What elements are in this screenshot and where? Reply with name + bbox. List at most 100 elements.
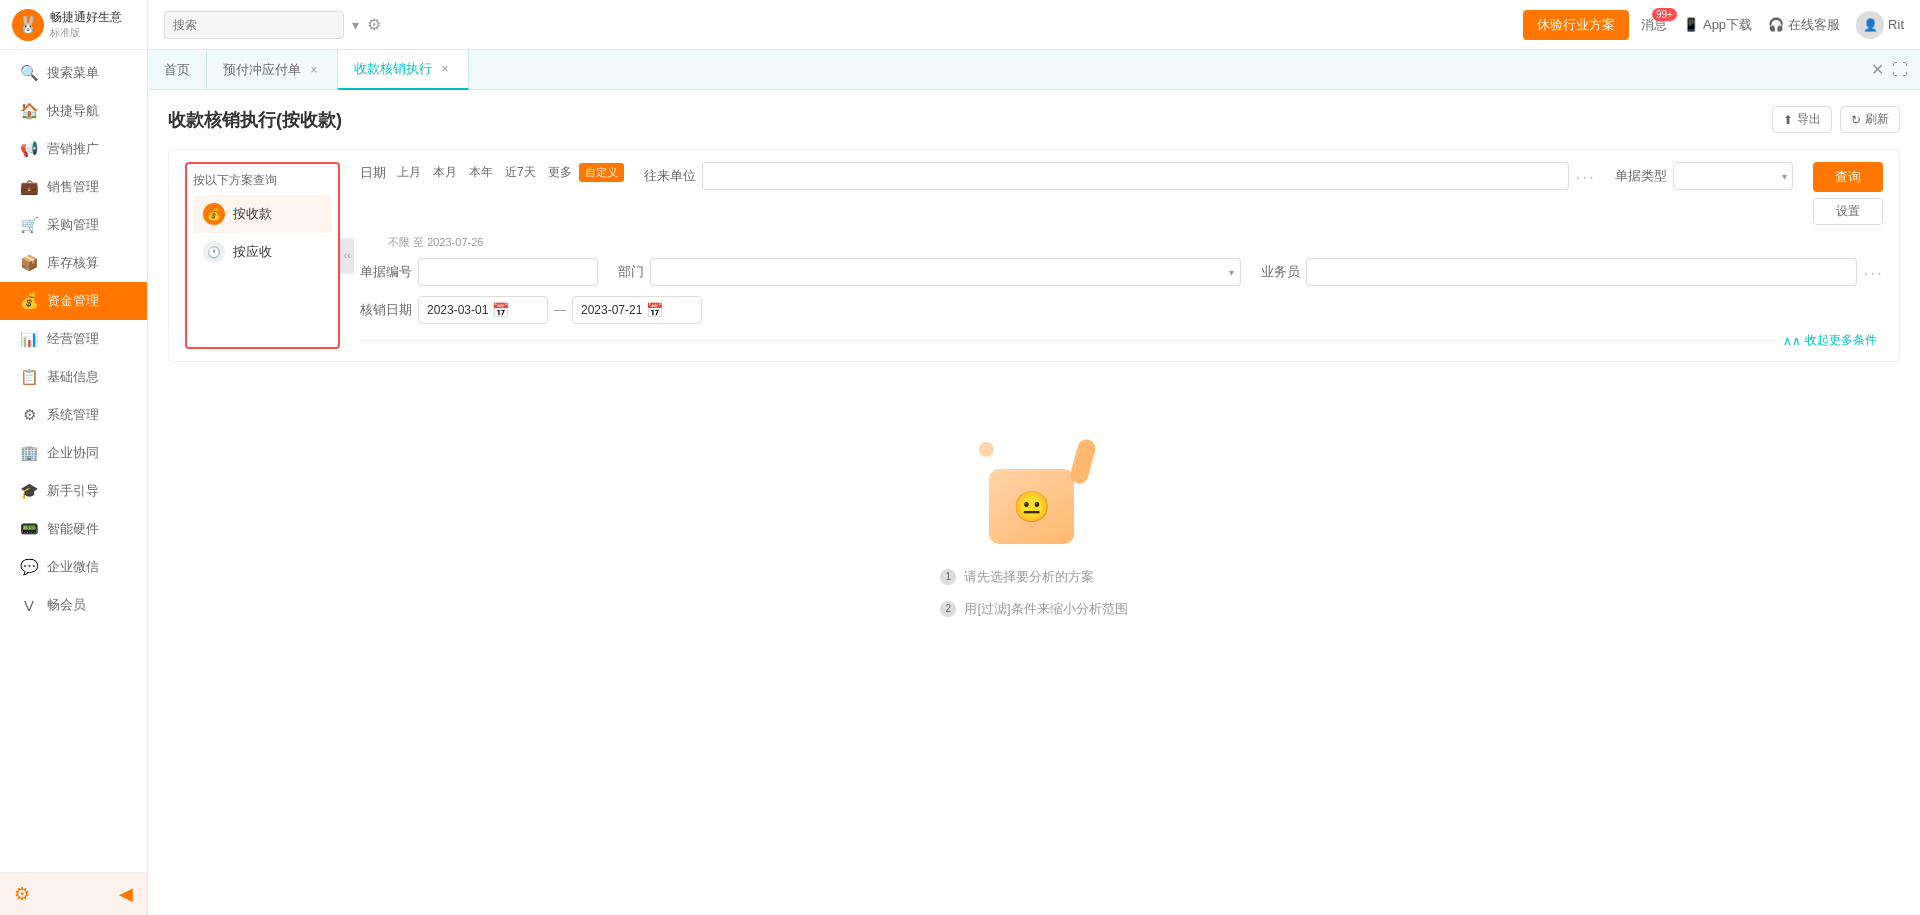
step-1-num: 1 bbox=[940, 569, 956, 585]
tab-expand-button[interactable]: ⛶ bbox=[1890, 59, 1910, 81]
counterparty-more-icon[interactable]: ··· bbox=[1575, 166, 1595, 186]
system-label: 系统管理 bbox=[47, 406, 99, 424]
page-title: 收款核销执行(按收款) bbox=[168, 108, 342, 132]
message-button[interactable]: 消息 99+ bbox=[1641, 16, 1667, 34]
app-edition: 标准版 bbox=[50, 26, 122, 39]
export-button[interactable]: ⬆ 导出 bbox=[1772, 106, 1832, 133]
logo-icon: 🐰 bbox=[12, 9, 44, 41]
receivable-option-icon: 🕐 bbox=[203, 241, 225, 263]
header-search-area: ▾ ⚙ bbox=[164, 11, 1511, 39]
query-button[interactable]: 查询 bbox=[1813, 162, 1883, 192]
date-tab-this-month[interactable]: 本月 bbox=[428, 162, 462, 183]
dept-field: 部门 ▾ bbox=[618, 258, 1241, 286]
date-unlimit-display: 不限 至 2023-07-26 bbox=[388, 235, 1883, 250]
sidebar-item-search[interactable]: 🔍搜索菜单 bbox=[0, 54, 147, 92]
date-tab-this-year[interactable]: 本年 bbox=[464, 162, 498, 183]
marketing-icon: 📢 bbox=[19, 140, 39, 158]
doc-type-select[interactable] bbox=[1673, 162, 1793, 190]
counterparty-field: 往来单位 ··· bbox=[644, 162, 1595, 190]
refresh-icon: ↻ bbox=[1851, 113, 1861, 127]
app-name: 畅捷通好生意 bbox=[50, 10, 122, 26]
app-download-link[interactable]: 📱 App下载 bbox=[1683, 16, 1752, 34]
sidebar-item-guide[interactable]: 🎓新手引导 bbox=[0, 472, 147, 510]
step-1-text: 请先选择要分析的方案 bbox=[964, 564, 1094, 590]
purchase-label: 采购管理 bbox=[47, 216, 99, 234]
doc-no-field: 单据编号 bbox=[360, 258, 598, 286]
quick-icon: 🏠 bbox=[19, 102, 39, 120]
sidebar-item-hardware[interactable]: 📟智能硬件 bbox=[0, 510, 147, 548]
receivable-option-label: 按应收 bbox=[233, 243, 272, 261]
system-icon: ⚙ bbox=[19, 406, 39, 424]
sidebar-item-marketing[interactable]: 📢营销推广 bbox=[0, 130, 147, 168]
verify-date-row: 核销日期 2023-03-01 📅 — 2023-07-21 📅 bbox=[360, 296, 1883, 324]
wechat-label: 企业微信 bbox=[47, 558, 99, 576]
counterparty-label: 往来单位 bbox=[644, 167, 696, 185]
doc-no-label: 单据编号 bbox=[360, 263, 412, 281]
filter-collapse-handle[interactable]: ‹‹ bbox=[340, 238, 354, 274]
page-title-bar: 收款核销执行(按收款) ⬆ 导出 ↻ 刷新 bbox=[168, 106, 1900, 133]
online-service-link[interactable]: 🎧 在线客服 bbox=[1768, 16, 1840, 34]
tab-collection-close[interactable]: × bbox=[438, 62, 452, 76]
sidebar: 🐰 畅捷通好生意 标准版 🔍搜索菜单 🏠 快捷导航 📢营销推广 💼 销售管理 🛒采购管理📦库… bbox=[0, 0, 148, 915]
date-label: 日期 bbox=[360, 164, 386, 182]
sidebar-item-operations[interactable]: 📊经营管理 bbox=[0, 320, 147, 358]
verify-date-start-cal[interactable]: 📅 bbox=[492, 302, 509, 318]
tab-collection[interactable]: 收款核销执行 × bbox=[338, 50, 469, 90]
staff-more-icon[interactable]: ··· bbox=[1863, 262, 1883, 282]
quick-label: 快捷导航 bbox=[47, 102, 99, 120]
sidebar-item-quick[interactable]: 🏠 快捷导航 bbox=[0, 92, 147, 130]
date-filter-field: 日期 上月 本月 本年 近7天 更多 自定义 bbox=[360, 162, 624, 183]
guide-label: 新手引导 bbox=[47, 482, 99, 500]
tab-prepay[interactable]: 预付冲应付单 × bbox=[207, 50, 338, 90]
page-container: 收款核销执行(按收款) ⬆ 导出 ↻ 刷新 按以下方案查询 bbox=[148, 90, 1920, 915]
search-icon: 🔍 bbox=[19, 64, 39, 82]
sidebar-item-sales[interactable]: 💼 销售管理 bbox=[0, 168, 147, 206]
date-tab-7days[interactable]: 近7天 bbox=[500, 162, 541, 183]
sidebar-item-inventory[interactable]: 📦库存核算 bbox=[0, 244, 147, 282]
tab-close-button[interactable]: ✕ bbox=[1869, 58, 1886, 81]
tab-prepay-close[interactable]: × bbox=[307, 63, 321, 77]
empty-state: 😐 1 请先选择要分析的方案 2 用[过滤]条件来缩小分析范围 bbox=[168, 374, 1900, 682]
sidebar-bottom: ⚙ ◀ bbox=[0, 872, 147, 915]
filter-option-receivable[interactable]: 🕐 按应收 bbox=[193, 233, 332, 271]
header-search-input[interactable] bbox=[164, 11, 344, 39]
header-gear-icon[interactable]: ⚙ bbox=[367, 15, 381, 34]
collapse-more-btn[interactable]: ∧∧ 收起更多条件 bbox=[1777, 332, 1883, 349]
step-2-num: 2 bbox=[940, 601, 956, 617]
receipt-option-label: 按收款 bbox=[233, 205, 272, 223]
sidebar-item-system[interactable]: ⚙ 系统管理 bbox=[0, 396, 147, 434]
setting-button[interactable]: 设置 bbox=[1813, 198, 1883, 225]
header-dropdown-icon[interactable]: ▾ bbox=[352, 17, 359, 33]
refresh-button[interactable]: ↻ 刷新 bbox=[1840, 106, 1900, 133]
receipt-option-icon: 💰 bbox=[203, 203, 225, 225]
date-tab-last-month[interactable]: 上月 bbox=[392, 162, 426, 183]
sidebar-nav: 🔍搜索菜单 🏠 快捷导航 📢营销推广 💼 销售管理 🛒采购管理📦库存核算💰资金管理📊经营管理… bbox=[0, 50, 147, 872]
filter-row-2: 单据编号 部门 ▾ 业务员 bbox=[360, 258, 1883, 286]
sales-icon: 💼 bbox=[19, 178, 39, 196]
date-tab-custom[interactable]: 自定义 bbox=[579, 163, 624, 182]
verify-date-start: 2023-03-01 bbox=[427, 303, 488, 317]
service-icon: 🎧 bbox=[1768, 17, 1784, 32]
collapse-sidebar-icon[interactable]: ◀ bbox=[119, 883, 133, 905]
empty-illustration: 😐 bbox=[974, 434, 1094, 544]
verify-date-end-cal[interactable]: 📅 bbox=[646, 302, 663, 318]
sidebar-item-enterprise[interactable]: 🏢企业协同 bbox=[0, 434, 147, 472]
solution-button[interactable]: 休验行业方案 bbox=[1523, 10, 1629, 40]
sidebar-item-purchase[interactable]: 🛒采购管理 bbox=[0, 206, 147, 244]
wechat-icon: 💬 bbox=[19, 558, 39, 576]
filter-option-receipt[interactable]: 💰 按收款 bbox=[193, 195, 332, 233]
sidebar-item-member[interactable]: V畅会员 bbox=[0, 586, 147, 624]
sidebar-item-basic[interactable]: 📋基础信息 bbox=[0, 358, 147, 396]
date-tab-more[interactable]: 更多 bbox=[543, 162, 577, 183]
user-avatar[interactable]: 👤 Rit bbox=[1856, 11, 1904, 39]
tab-home[interactable]: 首页 bbox=[148, 50, 207, 90]
sidebar-item-finance[interactable]: 💰资金管理 bbox=[0, 282, 147, 320]
sidebar-item-wechat[interactable]: 💬 企业微信 bbox=[0, 548, 147, 586]
settings-icon[interactable]: ⚙ bbox=[14, 883, 30, 905]
sales-label: 销售管理 bbox=[47, 178, 99, 196]
verify-date-end: 2023-07-21 bbox=[581, 303, 642, 317]
message-badge: 99+ bbox=[1652, 8, 1677, 21]
doc-type-field: 单据类型 ▾ bbox=[1615, 162, 1793, 190]
page-content: 收款核销执行(按收款) ⬆ 导出 ↻ 刷新 按以下方案查询 bbox=[148, 90, 1920, 915]
hardware-label: 智能硬件 bbox=[47, 520, 99, 538]
